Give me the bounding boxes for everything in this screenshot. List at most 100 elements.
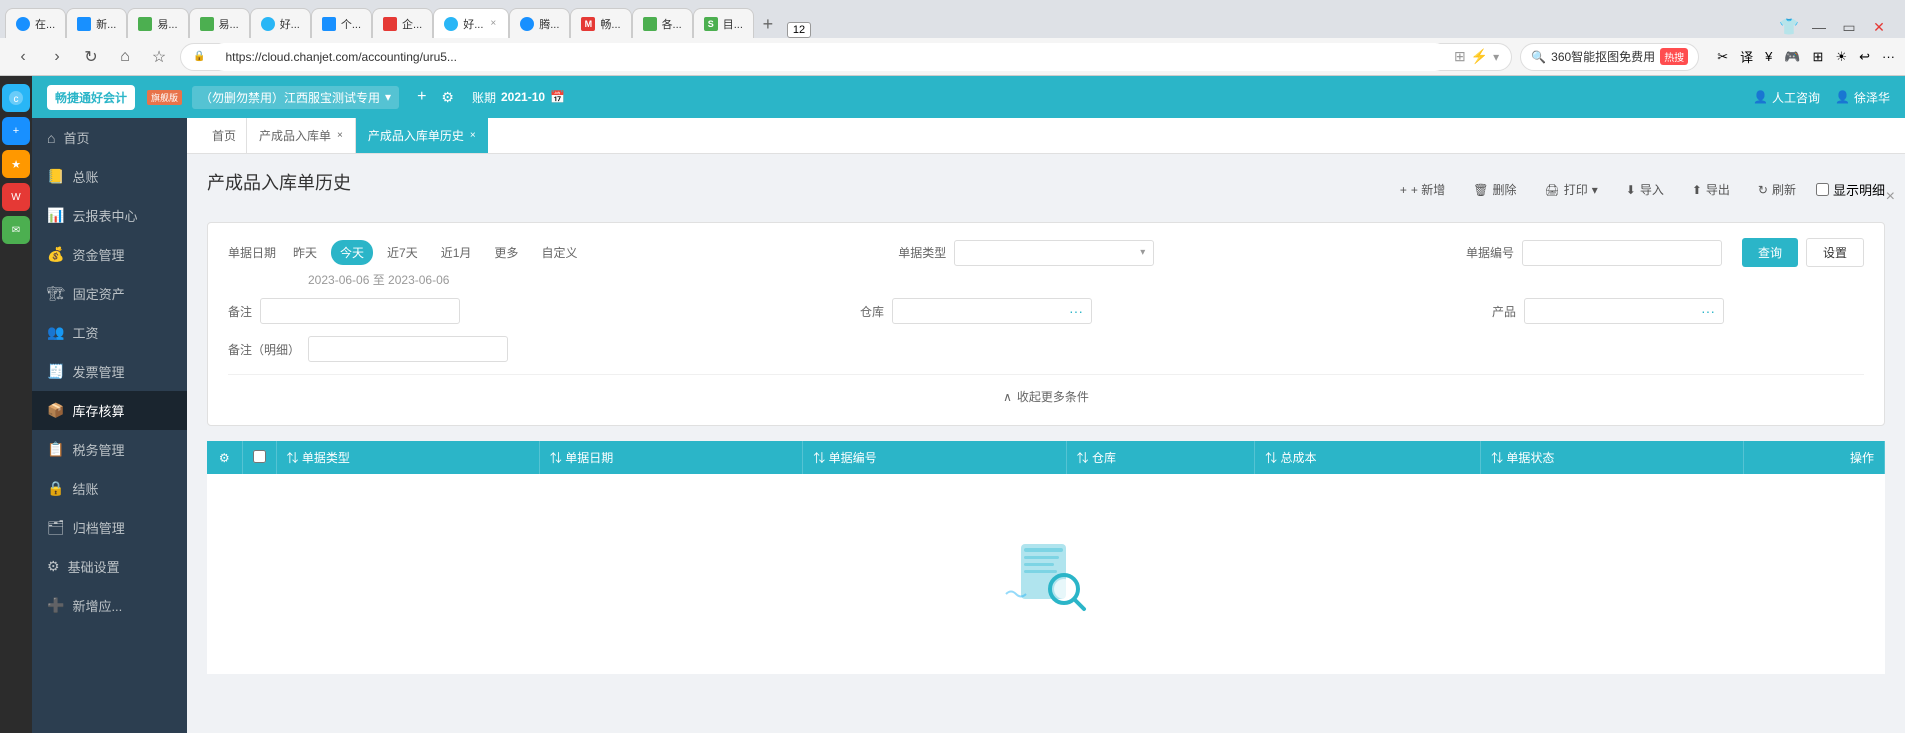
sidebar-item-invoices[interactable]: 🧾 发票管理	[32, 352, 187, 391]
forward-button[interactable]: ›	[44, 44, 70, 70]
sidebar-item-payroll[interactable]: 👥 工资	[32, 313, 187, 352]
lightning-icon[interactable]: ⚡	[1471, 48, 1488, 65]
sidebar-item-basic[interactable]: ⚙ 基础设置	[32, 547, 187, 586]
export-button[interactable]: ⬆ 导出	[1684, 177, 1738, 202]
add-button[interactable]: + + 新增	[1392, 177, 1453, 202]
tab-4[interactable]: 易...	[189, 8, 250, 38]
grid-icon[interactable]: ⊞	[1454, 48, 1466, 65]
settings-tool[interactable]: ···	[1882, 49, 1895, 64]
refresh-button[interactable]: ↻ 刷新	[1750, 177, 1804, 202]
breadcrumb-tab-history-close[interactable]: ×	[470, 130, 476, 141]
close-window-button[interactable]: ✕	[1868, 16, 1890, 38]
maximize-button[interactable]: ▭	[1838, 16, 1860, 38]
import-button[interactable]: ⬇ 导入	[1618, 177, 1672, 202]
breadcrumb-home[interactable]: 首页	[202, 118, 246, 153]
tab-close-8[interactable]: ×	[488, 16, 498, 31]
refresh-button[interactable]: ↻	[78, 44, 104, 70]
sidebar-item-home[interactable]: ⌂ 首页	[32, 118, 187, 157]
docno-input[interactable]	[1522, 240, 1722, 266]
sidebar-item-ledger[interactable]: 📒 总账	[32, 157, 187, 196]
tab-8[interactable]: 好... ×	[433, 8, 509, 38]
tab-5[interactable]: 好...	[250, 8, 311, 38]
th-doc-status[interactable]: ⇅ 单据状态	[1481, 441, 1744, 474]
th-doc-date[interactable]: ⇅ 单据日期	[539, 441, 802, 474]
remark-field: 备注	[228, 298, 460, 324]
th-total-cost[interactable]: ⇅ 总成本	[1255, 441, 1481, 474]
search-bar[interactable]: 🔍 360智能抠图免费用 热搜	[1520, 43, 1699, 71]
ext-3[interactable]: ★	[2, 150, 30, 178]
date-7days[interactable]: 近7天	[378, 240, 427, 265]
breadcrumb-tab-history[interactable]: 产成品入库单历史 ×	[355, 118, 488, 153]
th-checkbox[interactable]	[242, 441, 276, 474]
settings-icon-btn[interactable]: ⚙	[441, 89, 454, 106]
sidebar-item-fixed-assets[interactable]: 🏗 固定资产	[32, 274, 187, 313]
dropdown-icon[interactable]: ▾	[1493, 50, 1499, 64]
bookmark-button[interactable]: ☆	[146, 44, 172, 70]
panel-close-icon[interactable]: ×	[1886, 188, 1895, 206]
sidebar-item-reports[interactable]: 📊 云报表中心	[32, 196, 187, 235]
tab-9[interactable]: 腾...	[509, 8, 570, 38]
currency-tool[interactable]: ¥	[1765, 49, 1772, 64]
home-button[interactable]: ⌂	[112, 44, 138, 70]
theme-tool[interactable]: ☀	[1835, 49, 1847, 65]
tab-11[interactable]: 各...	[632, 8, 693, 38]
sidebar-item-inventory[interactable]: 📦 库存核算	[32, 391, 187, 430]
sidebar-item-new-accrual[interactable]: ➕ 新增应...	[32, 586, 187, 625]
tab-7[interactable]: 企...	[372, 8, 433, 38]
th-doc-no[interactable]: ⇅ 单据编号	[803, 441, 1066, 474]
print-button[interactable]: 🖨 打印 ▾	[1536, 177, 1605, 202]
select-all-checkbox[interactable]	[253, 450, 266, 463]
product-select[interactable]: ···	[1524, 298, 1724, 324]
minimize-button[interactable]: —	[1808, 16, 1830, 38]
tab-1[interactable]: 在...	[5, 8, 66, 38]
collapse-button[interactable]: ∧ 收起更多条件	[998, 383, 1094, 410]
sidebar-item-closing[interactable]: 🔒 结账	[32, 469, 187, 508]
scissors-tool[interactable]: ✂	[1717, 49, 1728, 65]
ai-consultant-btn[interactable]: 👤 人工咨询	[1753, 89, 1820, 106]
warehouse-select[interactable]: ···	[892, 298, 1092, 324]
sidebar-item-funds[interactable]: 💰 资金管理	[32, 235, 187, 274]
tab-6[interactable]: 个...	[311, 8, 372, 38]
date-today[interactable]: 今天	[331, 240, 373, 265]
date-1month[interactable]: 近1月	[432, 240, 481, 265]
doctype-select[interactable]: ▾	[954, 240, 1154, 266]
date-more[interactable]: 更多	[485, 240, 527, 265]
ext-weibo[interactable]: W	[2, 183, 30, 211]
remark-input[interactable]	[260, 298, 460, 324]
detail-remark-input[interactable]	[308, 336, 508, 362]
ext-2[interactable]: +	[2, 117, 30, 145]
add-period-btn[interactable]: +	[417, 88, 426, 106]
ext-chanjet[interactable]: c	[2, 84, 30, 112]
company-selector[interactable]: （勿删勿禁用）江西服宝测试专用 ▾	[192, 86, 399, 109]
undo-tool[interactable]: ↩	[1859, 49, 1870, 65]
show-detail-checkbox[interactable]	[1816, 183, 1829, 196]
tab-3[interactable]: 易...	[127, 8, 188, 38]
date-custom[interactable]: 自定义	[532, 240, 586, 265]
product-dots[interactable]: ···	[1701, 303, 1715, 319]
tab-10[interactable]: M 畅...	[570, 8, 631, 38]
sidebar-item-archive[interactable]: 🗂 归档管理	[32, 508, 187, 547]
new-tab-button[interactable]: +	[754, 10, 782, 38]
ext-email[interactable]: ✉	[2, 216, 30, 244]
translate-tool[interactable]: 译	[1740, 47, 1753, 66]
user-profile[interactable]: 👤 徐泽华	[1835, 89, 1890, 106]
delete-button[interactable]: 🗑 删除	[1465, 177, 1524, 202]
sidebar-item-tax[interactable]: 📋 税务管理	[32, 430, 187, 469]
date-yesterday[interactable]: 昨天	[284, 240, 326, 265]
th-warehouse[interactable]: ⇅ 仓库	[1066, 441, 1254, 474]
warehouse-dots[interactable]: ···	[1069, 303, 1083, 319]
tab-12[interactable]: S 目...	[693, 8, 754, 38]
grid-tool[interactable]: ⊞	[1813, 49, 1824, 65]
tab-counter[interactable]: 12	[787, 22, 811, 38]
breadcrumb-tab-list[interactable]: 产成品入库单 ×	[246, 118, 355, 153]
breadcrumb-tab-list-close[interactable]: ×	[337, 130, 343, 141]
query-button[interactable]: 查询	[1742, 238, 1798, 267]
tab-2[interactable]: 新...	[66, 8, 127, 38]
back-button[interactable]: ‹	[10, 44, 36, 70]
settings-button[interactable]: 设置	[1806, 238, 1864, 267]
th-doc-type[interactable]: ⇅ 单据类型	[276, 441, 539, 474]
game-tool[interactable]: 🎮	[1784, 49, 1800, 65]
address-input[interactable]	[210, 43, 1449, 71]
calendar-icon[interactable]: 📅	[550, 90, 565, 104]
th-gear[interactable]: ⚙	[207, 441, 242, 474]
